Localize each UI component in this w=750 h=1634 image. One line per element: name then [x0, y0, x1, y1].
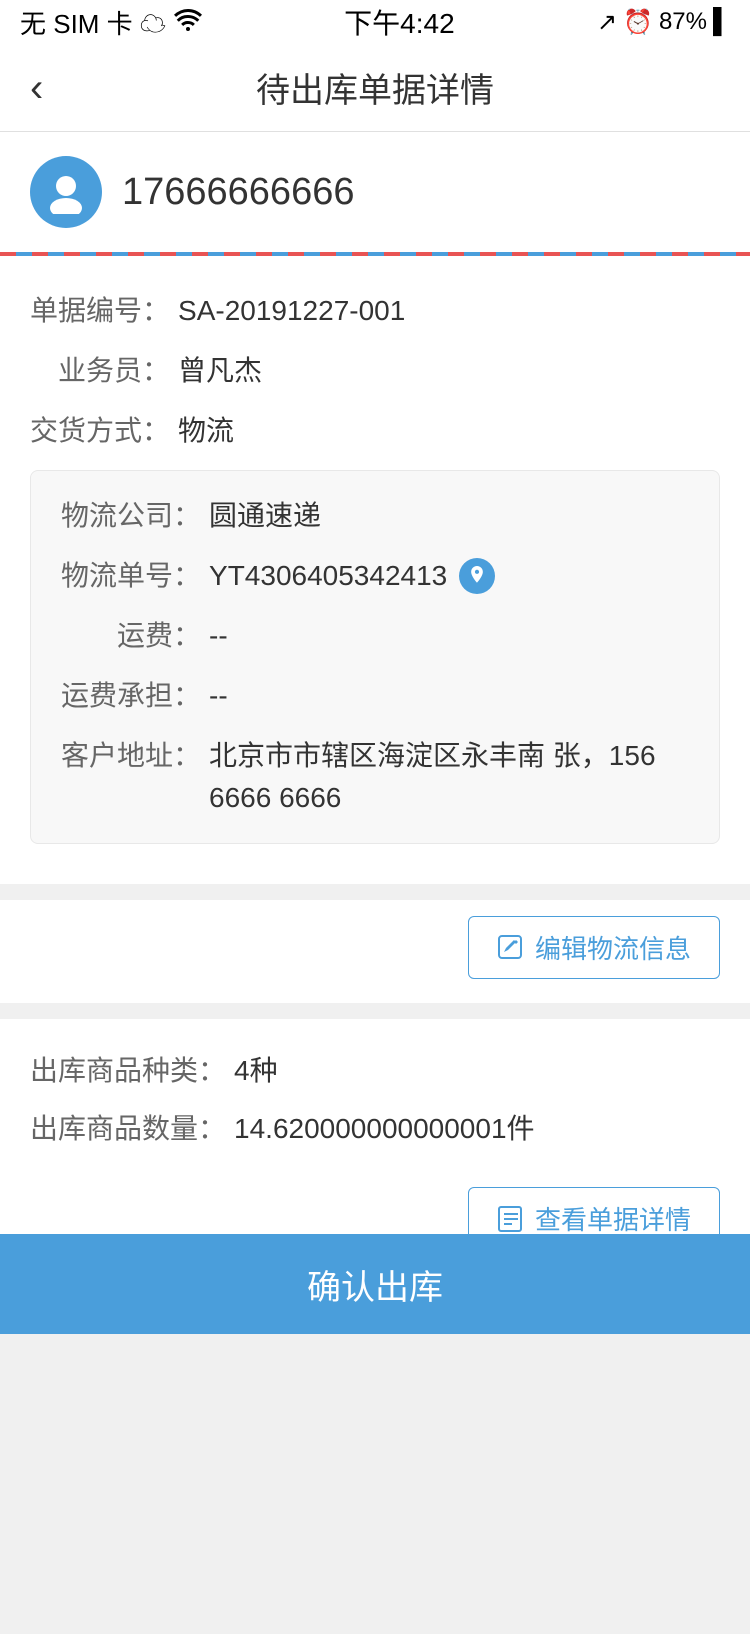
product-quantity-value: 14.620000000000001件	[234, 1107, 535, 1147]
edit-logistics-button[interactable]: 编辑物流信息	[468, 916, 720, 979]
order-no-row: 单据编号： SA-20191227-001	[30, 290, 720, 332]
status-right: ↗ ⏰ 87% ▌	[597, 8, 730, 37]
page-title: 待出库单据详情	[256, 63, 494, 112]
address-row: 客户地址： 北京市市辖区海淀区永丰南 张，156 6666 6666	[61, 735, 689, 819]
dashed-divider	[0, 252, 750, 260]
confirm-button-label: 确认出库	[307, 1260, 443, 1309]
freight-label: 运费：	[61, 615, 201, 657]
freight-bearer-value: --	[209, 675, 689, 717]
view-detail-label: 查看单据详情	[535, 1200, 691, 1237]
salesperson-value: 曾凡杰	[178, 350, 720, 392]
order-no-label: 单据编号：	[30, 290, 170, 332]
delivery-method-value: 物流	[178, 410, 720, 452]
edit-logistics-label: 编辑物流信息	[535, 929, 691, 966]
logistics-card: 物流公司： 圆通速递 物流单号： YT4306405342413 运费： --	[30, 470, 720, 844]
salesperson-label: 业务员：	[30, 350, 170, 392]
status-bar: 无 SIM 卡 ☁ 下午4:42 ↗ ⏰ 87% ▌	[0, 0, 750, 44]
document-icon	[497, 1205, 525, 1233]
section-separator-1	[0, 1003, 750, 1019]
order-info-section: 单据编号： SA-20191227-001 业务员： 曾凡杰 交货方式： 物流 …	[0, 260, 750, 884]
edit-icon	[497, 934, 525, 962]
confirm-button[interactable]: 确认出库	[0, 1234, 750, 1334]
logistics-company-value: 圆通速递	[209, 495, 689, 537]
battery-text: 87%	[659, 8, 707, 36]
location-icon: ↗	[597, 8, 617, 37]
freight-bearer-label: 运费承担：	[61, 675, 201, 717]
logistics-company-label: 物流公司：	[61, 495, 201, 537]
status-left: 无 SIM 卡 ☁	[20, 4, 202, 41]
no-sim-text: 无 SIM 卡 ☁	[20, 4, 166, 41]
salesperson-row: 业务员： 曾凡杰	[30, 350, 720, 392]
edit-button-row: 编辑物流信息	[0, 900, 750, 1003]
main-content: 17666666666 单据编号： SA-20191227-001 业务员： 曾…	[0, 132, 750, 1634]
freight-value: --	[209, 615, 689, 657]
product-quantity-row: 出库商品数量： 14.620000000000001件	[30, 1107, 720, 1147]
freight-bearer-row: 运费承担： --	[61, 675, 689, 717]
product-type-row: 出库商品种类： 4种	[30, 1049, 720, 1089]
freight-row: 运费： --	[61, 615, 689, 657]
tracking-no-label: 物流单号：	[61, 555, 201, 597]
back-button[interactable]: ‹	[30, 68, 43, 108]
delivery-method-label: 交货方式：	[30, 410, 170, 452]
status-time: 下午4:42	[344, 2, 455, 42]
customer-phone: 17666666666	[122, 171, 354, 214]
order-no-value: SA-20191227-001	[178, 290, 720, 332]
customer-header: 17666666666	[0, 132, 750, 252]
product-type-label: 出库商品种类：	[30, 1049, 226, 1089]
address-label: 客户地址：	[61, 735, 201, 777]
address-value: 北京市市辖区海淀区永丰南 张，156 6666 6666	[209, 735, 689, 819]
delivery-method-row: 交货方式： 物流	[30, 410, 720, 452]
tracking-no-row: 物流单号： YT4306405342413	[61, 555, 689, 597]
battery-icon: ▌	[713, 8, 730, 36]
product-section: 出库商品种类： 4种 出库商品数量： 14.620000000000001件	[0, 1019, 750, 1171]
logistics-company-row: 物流公司： 圆通速递	[61, 495, 689, 537]
nav-bar: ‹ 待出库单据详情	[0, 44, 750, 132]
wifi-icon	[174, 7, 202, 38]
product-type-value: 4种	[234, 1049, 278, 1089]
alarm-icon: ⏰	[623, 8, 653, 37]
product-quantity-label: 出库商品数量：	[30, 1107, 226, 1147]
location-pin-icon[interactable]	[459, 558, 495, 594]
user-icon	[44, 170, 88, 214]
avatar	[30, 156, 102, 228]
tracking-no-value: YT4306405342413	[209, 555, 689, 597]
